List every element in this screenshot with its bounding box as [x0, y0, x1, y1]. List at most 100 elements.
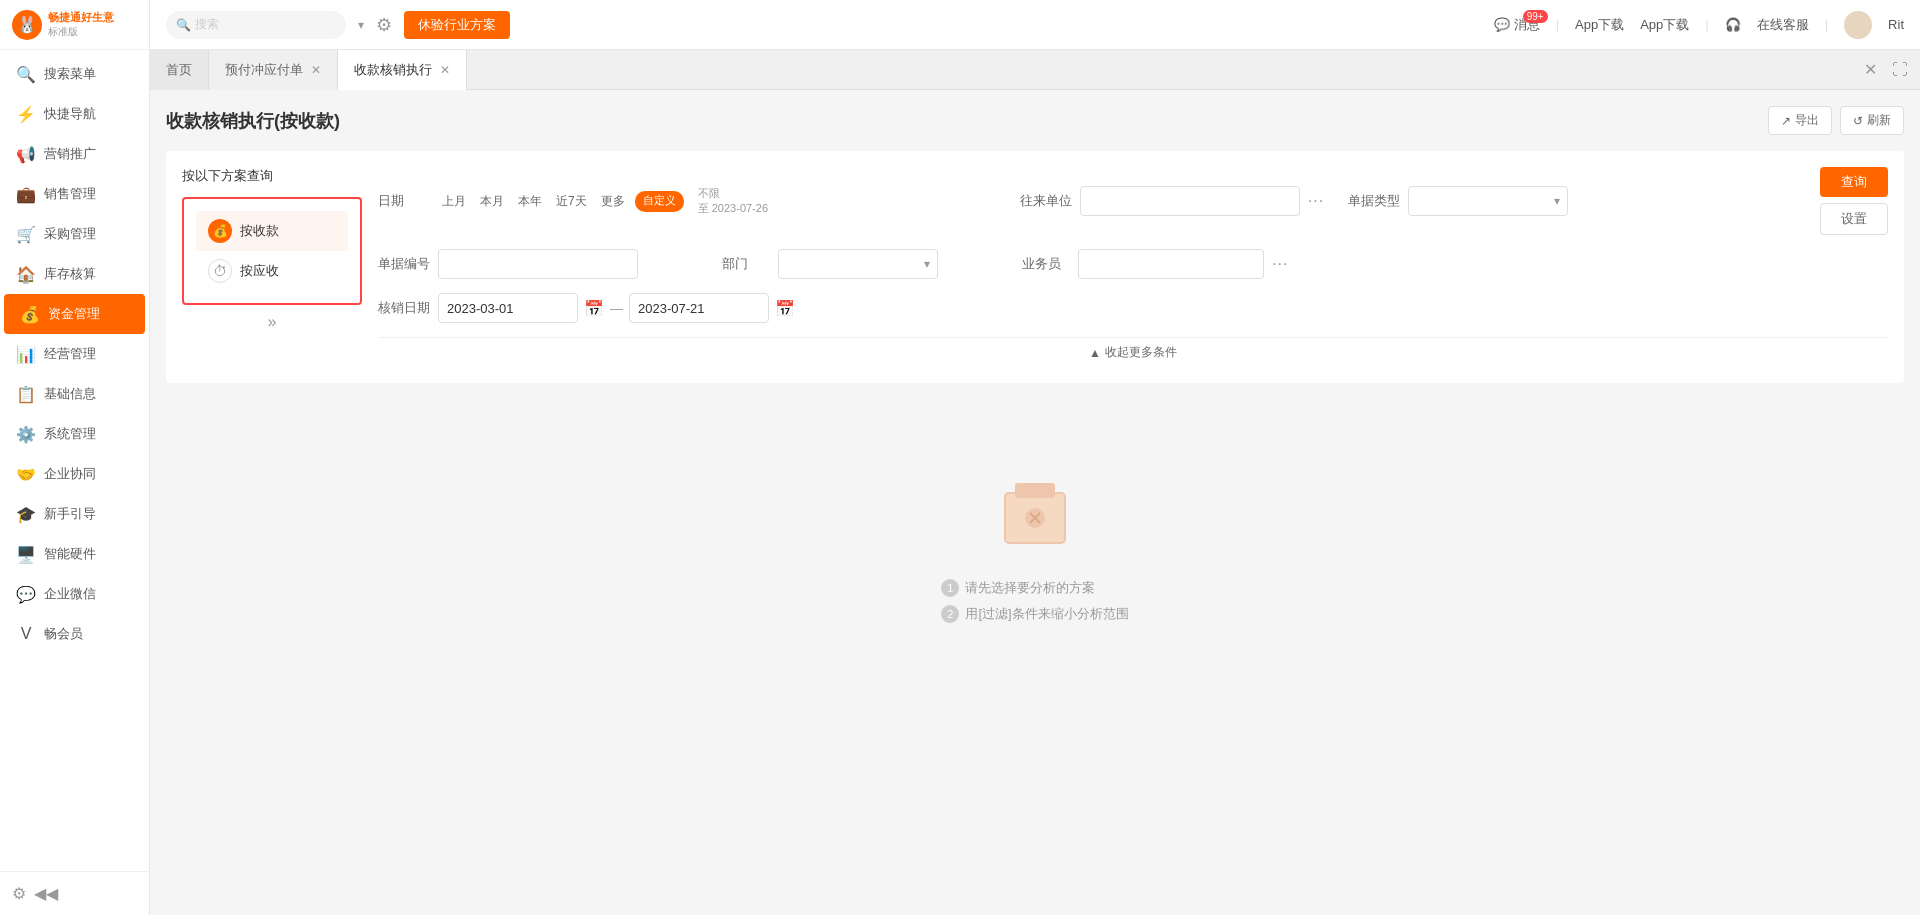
- query-sidebar-collapse-icon[interactable]: »: [182, 313, 362, 331]
- empty-hint-text-2: 用[过滤]条件来缩小分析范围: [965, 605, 1128, 623]
- refresh-label: 刷新: [1867, 112, 1891, 129]
- sidebar-item-智能硬件[interactable]: 🖥️ 智能硬件: [0, 534, 149, 574]
- shortcut-this-month[interactable]: 本月: [476, 191, 508, 212]
- sidebar-item-企业协同[interactable]: 🤝 企业协同: [0, 454, 149, 494]
- tab-writeoff-close[interactable]: ✕: [440, 63, 450, 77]
- export-button[interactable]: ↗ 导出: [1768, 106, 1832, 135]
- dept-select[interactable]: [778, 249, 938, 279]
- message-button[interactable]: 💬 消息 99+: [1494, 16, 1540, 34]
- sidebar-item-label: 库存核算: [44, 265, 96, 283]
- query-option-receipt-label: 按收款: [240, 222, 279, 240]
- shortcut-more[interactable]: 更多: [597, 191, 629, 212]
- sidebar-item-icon: ⚙️: [16, 424, 36, 444]
- tab-prepay-close[interactable]: ✕: [311, 63, 321, 77]
- empty-illustration: [985, 463, 1085, 563]
- voucher-type-field: 单据类型: [1348, 186, 1568, 216]
- sidebar-item-新手引导[interactable]: 🎓 新手引导: [0, 494, 149, 534]
- sidebar-item-label: 畅会员: [44, 625, 83, 643]
- app-name: 畅捷通好生意: [48, 10, 114, 25]
- collapse-more-button[interactable]: ▲ 收起更多条件: [378, 337, 1888, 367]
- form-row-2: 单据编号 部门 业务员 ···: [378, 249, 1888, 279]
- receivable-icon: ⏱: [208, 259, 232, 283]
- sidebar-item-库存核算[interactable]: 🏠 库存核算: [0, 254, 149, 294]
- sidebar-item-icon: 🎓: [16, 504, 36, 524]
- sidebar-item-label: 新手引导: [44, 505, 96, 523]
- query-button[interactable]: 查询: [1820, 167, 1888, 197]
- shortcut-this-year[interactable]: 本年: [514, 191, 546, 212]
- user-avatar[interactable]: [1844, 11, 1872, 39]
- tab-expand-icon[interactable]: ⛶: [1888, 58, 1912, 82]
- date-label: 日期: [378, 192, 426, 210]
- topbar-search[interactable]: 🔍 搜索: [166, 11, 346, 39]
- shortcut-7days[interactable]: 近7天: [552, 191, 591, 212]
- collapse-sidebar-icon[interactable]: ◀◀: [34, 884, 58, 903]
- shortcut-last-month[interactable]: 上月: [438, 191, 470, 212]
- writeoff-date-end-icon[interactable]: 📅: [775, 299, 795, 318]
- form-row-1: 日期 上月 本月 本年 近7天 更多 自定义 不限 至 2023-07-26: [378, 167, 1888, 235]
- sidebar-item-label: 企业微信: [44, 585, 96, 603]
- voucher-type-label: 单据类型: [1348, 192, 1400, 210]
- sidebar-item-搜索菜单[interactable]: 🔍 搜索菜单: [0, 54, 149, 94]
- shortcut-custom[interactable]: 自定义: [635, 191, 684, 212]
- sidebar-item-畅会员[interactable]: V 畅会员: [0, 614, 149, 654]
- tab-writeoff[interactable]: 收款核销执行 ✕: [338, 50, 467, 90]
- app-download-label[interactable]: App下载: [1640, 16, 1689, 34]
- sidebar-item-营销推广[interactable]: 📢 营销推广: [0, 134, 149, 174]
- tab-home[interactable]: 首页: [150, 50, 209, 90]
- sidebar-item-企业微信[interactable]: 💬 企业微信: [0, 574, 149, 614]
- sidebar-item-label: 资金管理: [48, 305, 100, 323]
- logo-area: 🐰 畅捷通好生意 标准版: [0, 0, 149, 50]
- user-name[interactable]: Rit: [1888, 17, 1904, 32]
- dept-field: 部门: [722, 249, 938, 279]
- message-icon: 💬: [1494, 17, 1510, 32]
- search-icon: 🔍: [176, 18, 191, 32]
- online-service-label[interactable]: 在线客服: [1757, 16, 1809, 34]
- query-option-by-receivable[interactable]: ⏱ 按应收: [196, 251, 348, 291]
- empty-hint-item-2: 2 用[过滤]条件来缩小分析范围: [941, 605, 1128, 623]
- writeoff-date-end[interactable]: [629, 293, 769, 323]
- sidebar-item-icon: 📢: [16, 144, 36, 164]
- voucher-no-input[interactable]: [438, 249, 638, 279]
- writeoff-date-start[interactable]: [438, 293, 578, 323]
- empty-hint-text-1: 请先选择要分析的方案: [965, 579, 1095, 597]
- sidebar-item-label: 快捷导航: [44, 105, 96, 123]
- query-sidebar-title: 按以下方案查询: [182, 167, 362, 185]
- sidebar-item-label: 经营管理: [44, 345, 96, 363]
- writeoff-date-group: 📅 — 📅: [438, 293, 795, 323]
- counterpart-more-icon[interactable]: ···: [1308, 192, 1324, 210]
- topbar-dropdown-icon[interactable]: ▾: [358, 18, 364, 32]
- sidebar-item-icon: V: [16, 624, 36, 644]
- query-option-by-receipt[interactable]: 💰 按收款: [196, 211, 348, 251]
- divider3: |: [1825, 17, 1828, 32]
- sidebar-item-快捷导航[interactable]: ⚡ 快捷导航: [0, 94, 149, 134]
- counterpart-input[interactable]: [1080, 186, 1300, 216]
- app-download-button[interactable]: App下载: [1575, 16, 1624, 34]
- staff-more-icon[interactable]: ···: [1272, 255, 1288, 273]
- tab-prepay[interactable]: 预付冲应付单 ✕: [209, 50, 338, 90]
- page-actions: ↗ 导出 ↺ 刷新: [1768, 106, 1904, 135]
- settings-icon[interactable]: ⚙: [12, 884, 26, 903]
- date-shortcuts: 上月 本月 本年 近7天 更多 自定义: [438, 191, 684, 212]
- sidebar-item-采购管理[interactable]: 🛒 采购管理: [0, 214, 149, 254]
- sidebar-item-icon: 📊: [16, 344, 36, 364]
- sidebar-item-label: 基础信息: [44, 385, 96, 403]
- query-option-receivable-label: 按应收: [240, 262, 279, 280]
- tab-close-icon[interactable]: ✕: [1858, 58, 1882, 82]
- sidebar-item-icon: 💼: [16, 184, 36, 204]
- main-content: 🔍 搜索 ▾ ⚙ 休验行业方案 💬 消息 99+ | App下载 App下载 |…: [150, 0, 1920, 915]
- sidebar-item-基础信息[interactable]: 📋 基础信息: [0, 374, 149, 414]
- online-service-icon: 🎧: [1725, 17, 1741, 32]
- industry-solution-button[interactable]: 休验行业方案: [404, 11, 510, 39]
- writeoff-date-start-icon[interactable]: 📅: [584, 299, 604, 318]
- sidebar-item-资金管理[interactable]: 💰 资金管理: [4, 294, 145, 334]
- empty-hint-item-1: 1 请先选择要分析的方案: [941, 579, 1128, 597]
- sidebar-item-系统管理[interactable]: ⚙️ 系统管理: [0, 414, 149, 454]
- sidebar-item-经营管理[interactable]: 📊 经营管理: [0, 334, 149, 374]
- settings-button[interactable]: 设置: [1820, 203, 1888, 235]
- voucher-type-select[interactable]: [1408, 186, 1568, 216]
- staff-input[interactable]: [1078, 249, 1264, 279]
- sidebar-item-icon: 🖥️: [16, 544, 36, 564]
- refresh-button[interactable]: ↺ 刷新: [1840, 106, 1904, 135]
- topbar-gear-icon[interactable]: ⚙: [376, 14, 392, 36]
- sidebar-item-销售管理[interactable]: 💼 销售管理: [0, 174, 149, 214]
